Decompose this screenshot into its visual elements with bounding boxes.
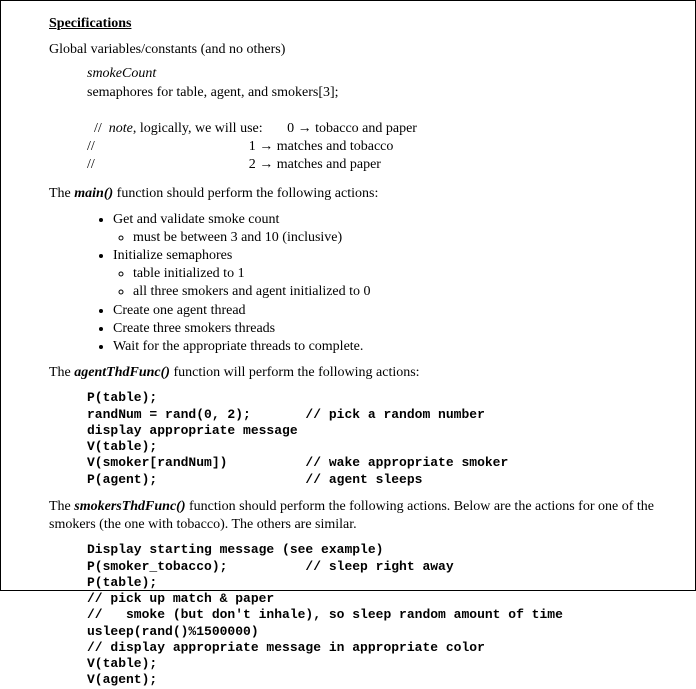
list-item: Create three smokers threads [113, 320, 655, 338]
agent-intro-2: function will perform the following acti… [170, 365, 420, 380]
list-item: Create one agent thread [113, 302, 655, 320]
main-func: main() [74, 186, 113, 201]
agent-intro-1: The [49, 365, 74, 380]
bullet-text: Create one agent thread [113, 303, 246, 318]
agent-func: agentThdFunc() [74, 365, 170, 380]
bullet-text: must be between 3 and 10 (inclusive) [133, 230, 342, 245]
note-rest1: , logically, we will use: 0 → tobacco an… [133, 121, 417, 136]
bullet-text: Initialize semaphores [113, 248, 232, 263]
smokers-intro-1: The [49, 499, 74, 514]
note-line3: // 2 → matches and paper [87, 156, 655, 174]
list-item: Initialize semaphores table initialized … [113, 247, 655, 302]
smokers-func: smokersThdFunc() [74, 499, 185, 514]
semaphores-line: semaphores for table, agent, and smokers… [87, 84, 655, 102]
smokers-code-block: Display starting message (see example) P… [87, 542, 655, 688]
main-intro-1: The [49, 186, 74, 201]
smoke-count: smokeCount [87, 66, 156, 81]
agent-code-block: P(table); randNum = rand(0, 2); // pick … [87, 390, 655, 488]
note-word: note [109, 121, 133, 136]
list-item: table initialized to 1 [133, 265, 655, 283]
bullet-text: all three smokers and agent initialized … [133, 284, 371, 299]
note-slash1: // [94, 121, 109, 136]
main-intro-2: function should perform the following ac… [113, 186, 378, 201]
global-vars-line: Global variables/constants (and no other… [49, 41, 655, 59]
bullet-text: Get and validate smoke count [113, 212, 279, 227]
list-item: Get and validate smoke count must be bet… [113, 211, 655, 247]
list-item: Wait for the appropriate threads to comp… [113, 338, 655, 356]
bullet-text: table initialized to 1 [133, 266, 245, 281]
bullet-text: Create three smokers threads [113, 321, 275, 336]
spec-heading: Specifications [49, 16, 131, 31]
list-item: all three smokers and agent initialized … [133, 283, 655, 301]
main-bullets: Get and validate smoke count must be bet… [113, 211, 655, 357]
note-line2: // 1 → matches and tobacco [87, 138, 655, 156]
bullet-text: Wait for the appropriate threads to comp… [113, 339, 363, 354]
list-item: must be between 3 and 10 (inclusive) [133, 229, 655, 247]
